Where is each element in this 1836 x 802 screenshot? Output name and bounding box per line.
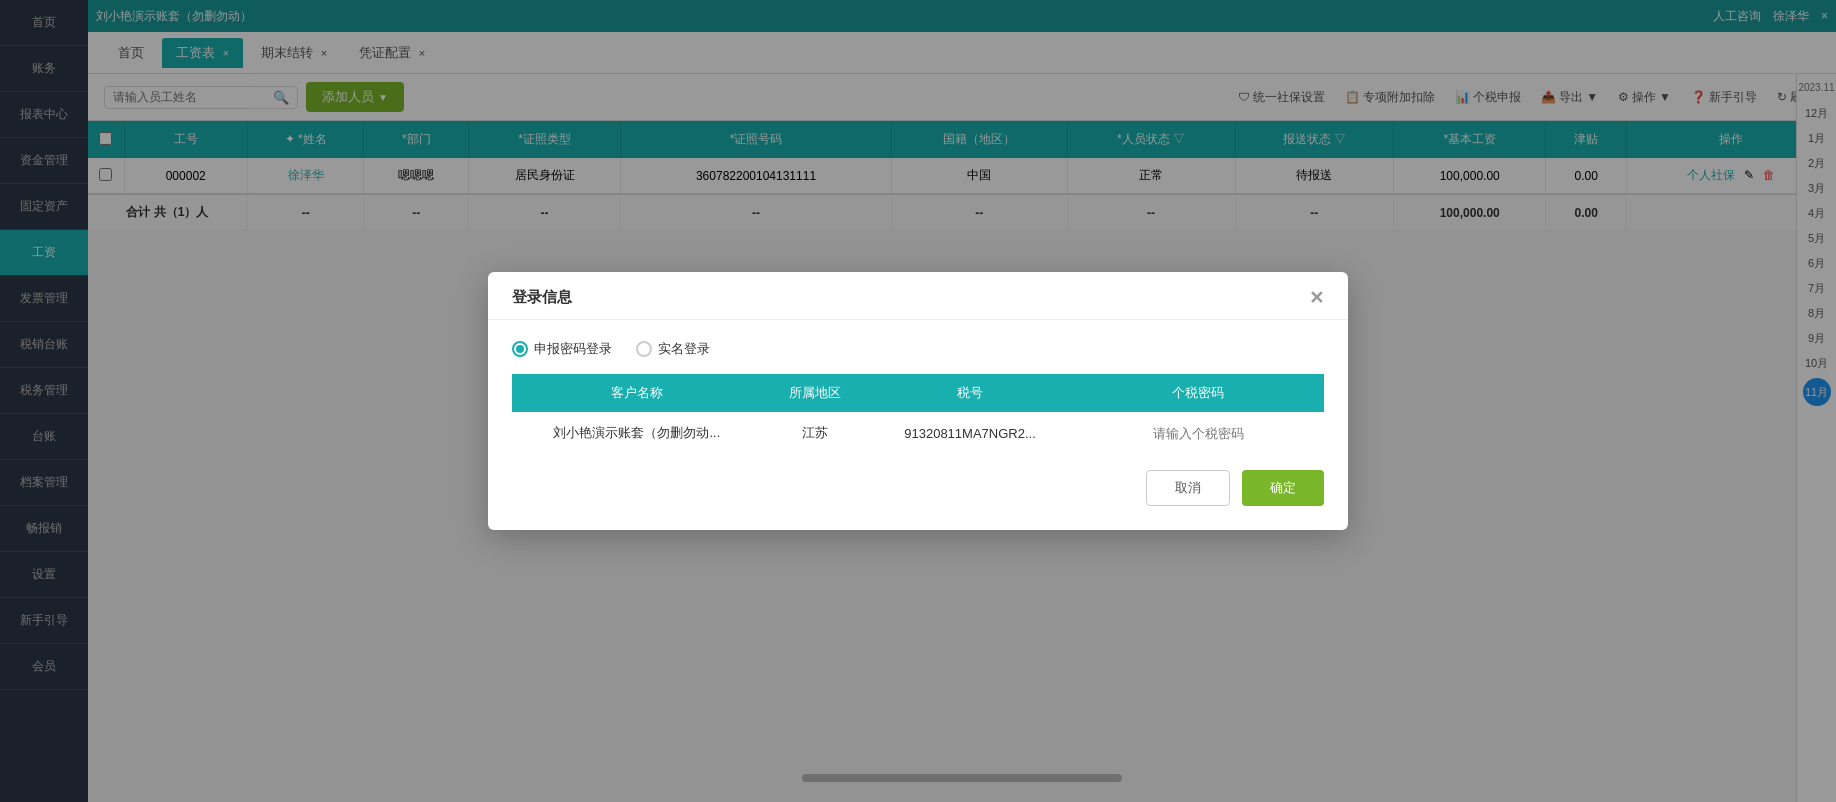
radio-option-realname[interactable]: 实名登录 (636, 340, 710, 358)
login-info-table: 客户名称 所属地区 税号 个税密码 刘小艳演示账套（勿删勿动... 江苏 913… (512, 374, 1324, 454)
tax-pwd-input[interactable] (1089, 426, 1308, 441)
dialog-header: 登录信息 ✕ (488, 272, 1348, 320)
radio-option-pwd[interactable]: 申报密码登录 (512, 340, 612, 358)
login-table-row: 刘小艳演示账套（勿删勿动... 江苏 91320811MA7NGR2... (512, 412, 1324, 454)
dialog-body: 申报密码登录 实名登录 客户名称 所属地区 税号 个税密码 (488, 320, 1348, 454)
region-cell: 江苏 (762, 412, 868, 454)
radio-group: 申报密码登录 实名登录 (512, 340, 1324, 358)
radio-realname-label: 实名登录 (658, 340, 710, 358)
tax-pwd-cell[interactable] (1073, 412, 1324, 454)
modal-overlay: 登录信息 ✕ 申报密码登录 实名登录 客户名称 所属 (0, 0, 1836, 802)
col-region: 所属地区 (762, 374, 868, 412)
confirm-button[interactable]: 确定 (1242, 470, 1324, 506)
dialog-close-button[interactable]: ✕ (1309, 289, 1324, 307)
dialog-title: 登录信息 (512, 288, 572, 307)
radio-pwd-circle (512, 341, 528, 357)
dialog-footer: 取消 确定 (488, 454, 1348, 506)
tax-id-cell: 91320811MA7NGR2... (867, 412, 1072, 454)
login-dialog: 登录信息 ✕ 申报密码登录 实名登录 客户名称 所属 (488, 272, 1348, 530)
col-tax-pwd: 个税密码 (1073, 374, 1324, 412)
radio-realname-circle (636, 341, 652, 357)
cancel-button[interactable]: 取消 (1146, 470, 1230, 506)
client-name-cell: 刘小艳演示账套（勿删勿动... (512, 412, 762, 454)
col-tax-id: 税号 (867, 374, 1072, 412)
radio-pwd-label: 申报密码登录 (534, 340, 612, 358)
col-client-name: 客户名称 (512, 374, 762, 412)
